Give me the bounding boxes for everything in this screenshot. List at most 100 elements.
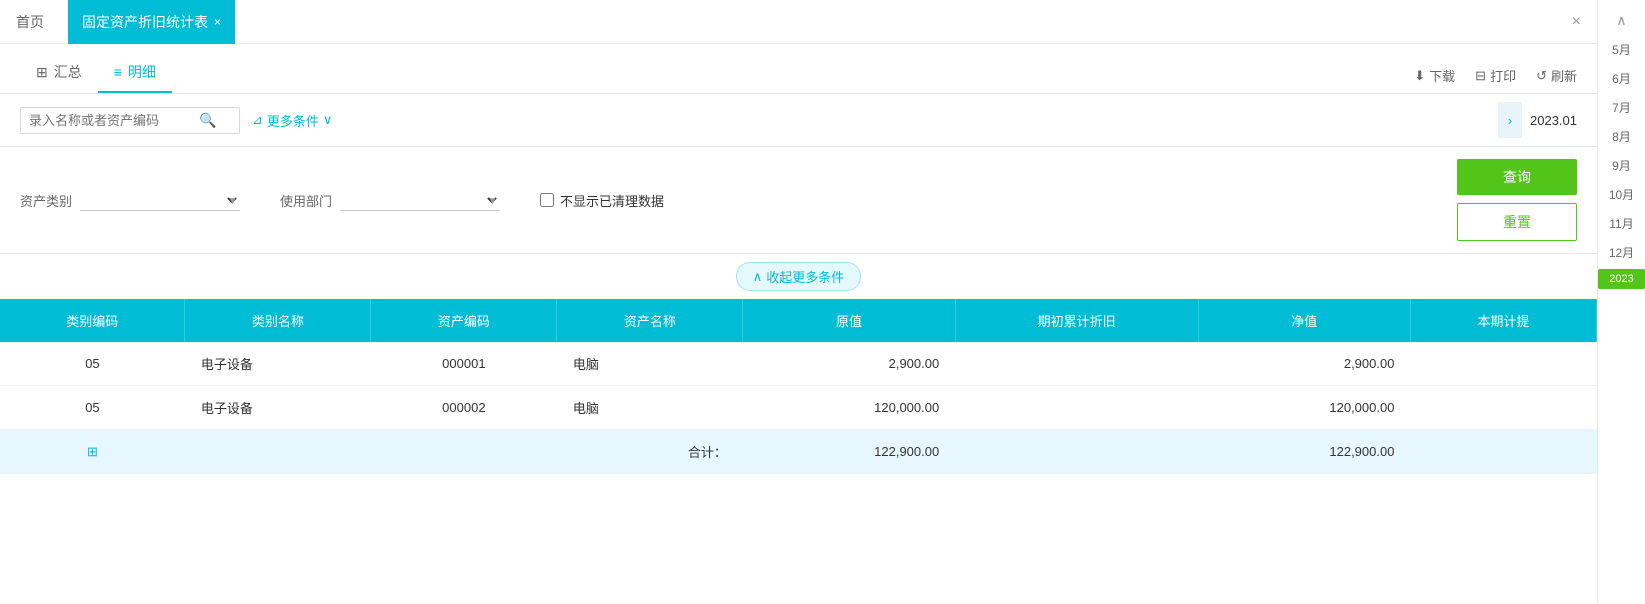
search-input[interactable] <box>29 113 199 128</box>
cell-asset-code: 000002 <box>371 386 557 430</box>
cell-category-code: 05 <box>0 386 185 430</box>
print-label: 打印 <box>1490 66 1516 85</box>
hide-cleared-checkbox[interactable] <box>540 193 554 207</box>
refresh-label: 刷新 <box>1551 66 1577 85</box>
sidebar-month-item[interactable]: 10月 <box>1605 180 1638 209</box>
tab-detail-label: 明细 <box>128 62 156 82</box>
refresh-button[interactable]: ↺ 刷新 <box>1536 66 1577 85</box>
department-label: 使用部门 <box>280 191 332 210</box>
cell-accumulated-depreciation <box>955 342 1198 386</box>
cell-asset-name: 电脑 <box>557 342 743 386</box>
col-category-code: 类别编码 <box>0 299 185 342</box>
category-dropdown-icon: ▼ <box>228 196 238 207</box>
collapse-bar: ∧ 收起更多条件 <box>0 254 1597 299</box>
cell-asset-code: 000001 <box>371 342 557 386</box>
month-list: 5月6月7月8月9月10月11月12月 <box>1605 35 1638 267</box>
sidebar-month-item[interactable]: 9月 <box>1605 151 1638 180</box>
sidebar-month-item[interactable]: 8月 <box>1605 122 1638 151</box>
reset-button[interactable]: 重置 <box>1457 203 1577 241</box>
search-wrapper: 🔍 <box>20 107 240 134</box>
subtotal-net-value: 122,900.00 <box>1198 430 1410 474</box>
col-current-depreciation: 本期计提 <box>1410 299 1596 342</box>
search-icon: 🔍 <box>199 112 216 129</box>
department-filter: 使用部门 ▼ <box>280 189 500 211</box>
col-original-value: 原值 <box>743 299 955 342</box>
query-button[interactable]: 查询 <box>1457 159 1577 195</box>
cell-category-name: 电子设备 <box>185 386 371 430</box>
table-subtotal-row: ⊞ 合计： 122,900.00 122,900.00 <box>0 430 1597 474</box>
department-select[interactable] <box>340 189 500 211</box>
more-conditions-label: 更多条件 <box>267 111 319 130</box>
collapse-button[interactable]: ∧ 收起更多条件 <box>736 262 862 291</box>
detail-icon: ≡ <box>114 64 122 80</box>
hide-cleared-filter[interactable]: 不显示已清理数据 <box>540 191 664 210</box>
print-button[interactable]: ⊟ 打印 <box>1475 66 1516 85</box>
cell-category-name: 电子设备 <box>185 342 371 386</box>
table-row: 05 电子设备 000002 电脑 120,000.00 120,000.00 <box>0 386 1597 430</box>
table-row: 05 电子设备 000001 电脑 2,900.00 2,900.00 <box>0 342 1597 386</box>
table-container: 类别编码 类别名称 资产编码 资产名称 原值 期初累计折旧 净值 本期计提 05… <box>0 299 1597 604</box>
category-label: 资产类别 <box>20 191 72 210</box>
sidebar-nav-up[interactable]: ∧ <box>1612 8 1630 33</box>
col-net-value: 净值 <box>1198 299 1410 342</box>
data-table: 类别编码 类别名称 资产编码 资产名称 原值 期初累计折旧 净值 本期计提 05… <box>0 299 1597 474</box>
sidebar-month-item[interactable]: 5月 <box>1605 35 1638 64</box>
summary-icon: ⊞ <box>36 64 48 81</box>
col-asset-code: 资产编码 <box>371 299 557 342</box>
subtotal-original-value: 122,900.00 <box>743 430 955 474</box>
download-icon: ⬇ <box>1414 68 1425 84</box>
cell-net-value: 2,900.00 <box>1198 342 1410 386</box>
sidebar-month-item[interactable]: 6月 <box>1605 64 1638 93</box>
subtotal-icon: ⊞ <box>0 430 185 474</box>
expand-button[interactable]: › <box>1498 102 1522 138</box>
top-nav: 首页 固定资产折旧统计表 × × <box>0 0 1597 44</box>
nav-tab-close[interactable]: × <box>214 15 221 29</box>
cell-original-value: 2,900.00 <box>743 342 955 386</box>
nav-tab-active[interactable]: 固定资产折旧统计表 × <box>68 0 235 44</box>
cell-net-value: 120,000.00 <box>1198 386 1410 430</box>
col-category-name: 类别名称 <box>185 299 371 342</box>
cell-asset-name: 电脑 <box>557 386 743 430</box>
print-icon: ⊟ <box>1475 68 1486 84</box>
filter-bar: 🔍 ⊿ 更多条件 ∨ › 2023.01 <box>0 94 1597 147</box>
window-close-button[interactable]: × <box>1572 13 1581 31</box>
tab-summary[interactable]: ⊞ 汇总 <box>20 53 98 93</box>
right-sidebar: ∧ 5月6月7月8月9月10月11月12月 2023 <box>1597 0 1645 604</box>
collapse-label: 收起更多条件 <box>766 267 844 286</box>
cell-accumulated-depreciation <box>955 386 1198 430</box>
filter-actions: 查询 重置 <box>1457 159 1577 241</box>
download-button[interactable]: ⬇ 下载 <box>1414 66 1455 85</box>
tab-detail[interactable]: ≡ 明细 <box>98 53 172 93</box>
sidebar-month-item[interactable]: 7月 <box>1605 93 1638 122</box>
filter-icon: ⊿ <box>252 112 263 128</box>
hide-cleared-label: 不显示已清理数据 <box>560 191 664 210</box>
tab-summary-label: 汇总 <box>54 62 82 82</box>
subtotal-accumulated-depreciation <box>955 430 1198 474</box>
nav-tab-label: 固定资产折旧统计表 <box>82 12 208 32</box>
cell-current-depreciation <box>1410 342 1596 386</box>
chevron-down-icon: ∨ <box>323 112 333 128</box>
cell-original-value: 120,000.00 <box>743 386 955 430</box>
col-accumulated-depreciation: 期初累计折旧 <box>955 299 1198 342</box>
toolbar-actions: ⬇ 下载 ⊟ 打印 ↺ 刷新 <box>1414 66 1577 93</box>
sidebar-month-item[interactable]: 12月 <box>1605 238 1638 267</box>
sidebar-month-item[interactable]: 11月 <box>1605 209 1638 238</box>
download-label: 下载 <box>1429 66 1455 85</box>
year-badge[interactable]: 2023 <box>1598 269 1645 289</box>
col-asset-name: 资产名称 <box>557 299 743 342</box>
category-select[interactable] <box>80 189 240 211</box>
table-header-row: 类别编码 类别名称 资产编码 资产名称 原值 期初累计折旧 净值 本期计提 <box>0 299 1597 342</box>
category-filter: 资产类别 ▼ <box>20 189 240 211</box>
refresh-icon: ↺ <box>1536 68 1547 84</box>
more-conditions-button[interactable]: ⊿ 更多条件 ∨ <box>252 111 332 130</box>
date-display: 2023.01 <box>1530 113 1577 128</box>
advanced-filter: 资产类别 ▼ 使用部门 ▼ 不显示已清理数 <box>0 147 1597 254</box>
subtotal-label: 合计： <box>185 430 743 474</box>
toolbar-tabs: ⊞ 汇总 ≡ 明细 ⬇ 下载 ⊟ 打印 ↺ 刷新 <box>0 44 1597 94</box>
chevron-up-icon: ∧ <box>753 269 763 285</box>
cell-current-depreciation <box>1410 386 1596 430</box>
department-dropdown-icon: ▼ <box>488 196 498 207</box>
nav-home[interactable]: 首页 <box>16 12 44 32</box>
cell-category-code: 05 <box>0 342 185 386</box>
subtotal-current-depreciation <box>1410 430 1596 474</box>
